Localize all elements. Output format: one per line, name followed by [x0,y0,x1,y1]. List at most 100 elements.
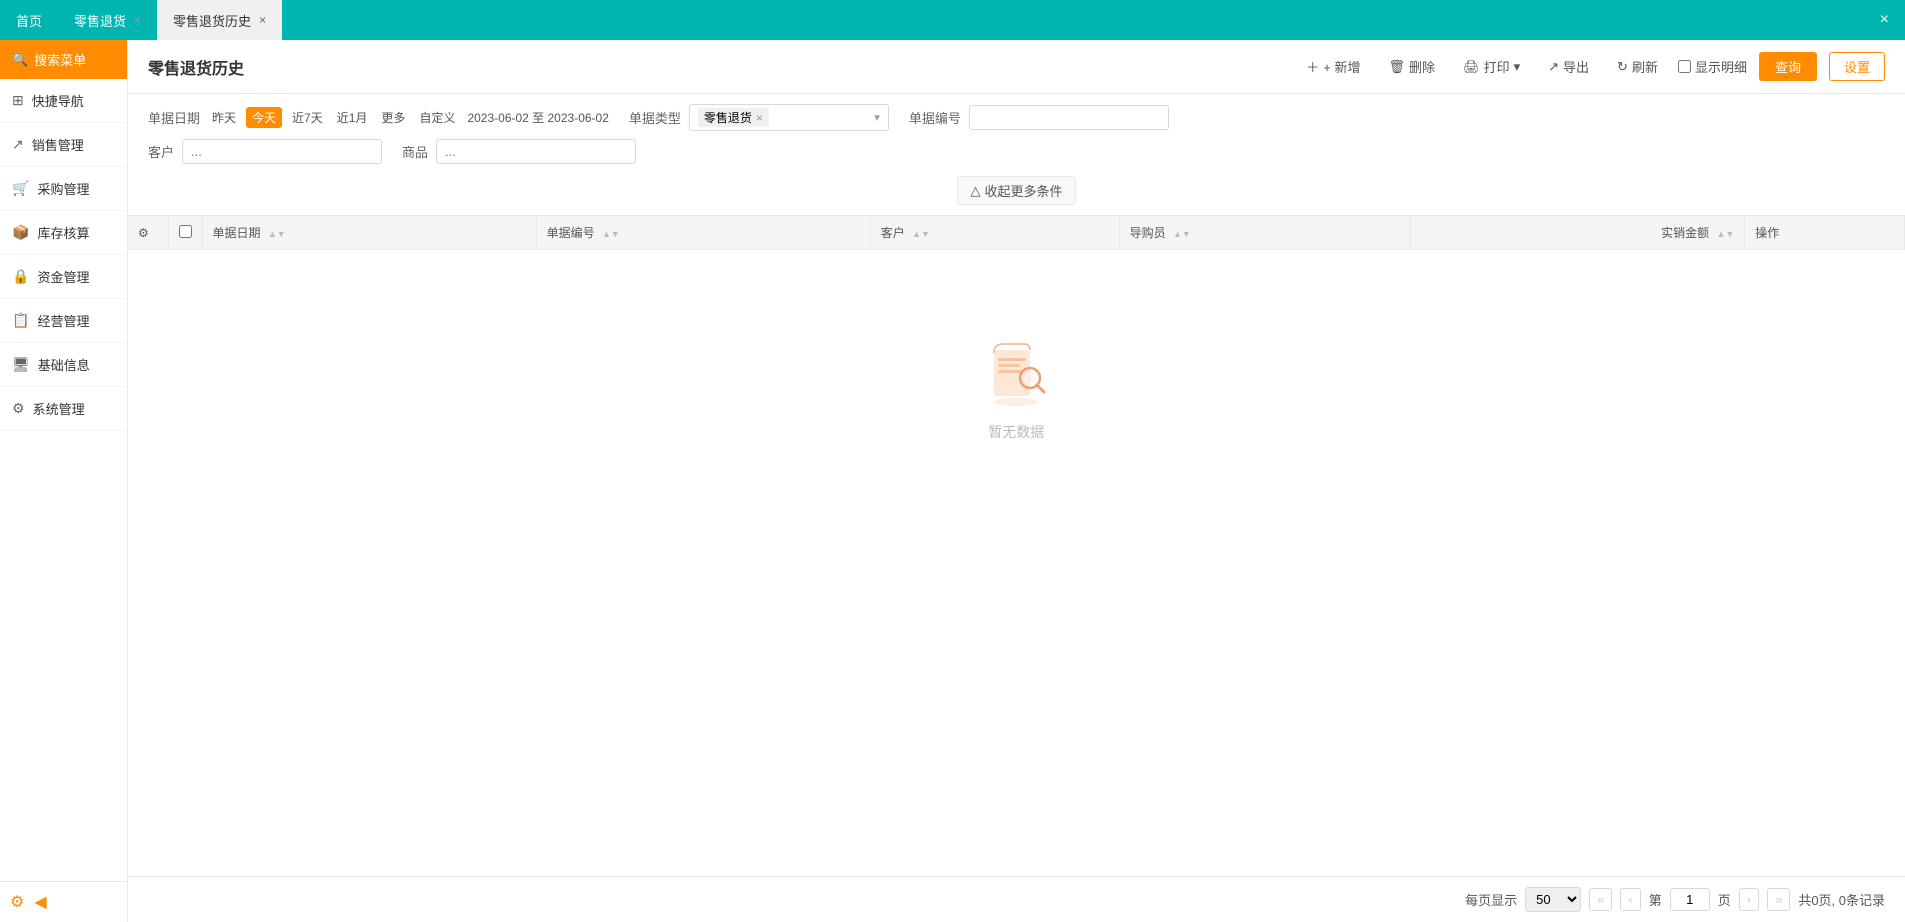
sidebar-search[interactable]: 🔍 搜索菜单 [0,40,127,79]
tab-home[interactable]: 首页 [0,0,58,40]
sidebar-item-purchase[interactable]: 🛒 采购管理 [0,167,127,211]
sort-guide-icon: ▲▼ [1173,230,1191,239]
data-table: ⚙ 单据日期 ▲▼ 单据编号 ▲▼ 客户 [128,216,1905,522]
delete-icon: 🗑 [1389,59,1406,75]
filter-customer: 客户 [148,139,382,164]
new-button[interactable]: ＋ + 新增 [1298,53,1368,80]
delete-button[interactable]: 🗑 删除 [1381,53,1444,80]
th-guide[interactable]: 导购员 ▲▼ [1119,216,1411,250]
system-icon: ⚙ [12,400,25,417]
filter-doc-number: 单据编号 [909,105,1169,130]
print-dropdown-icon: ▾ [1514,59,1521,75]
sort-number-icon: ▲▼ [602,230,620,239]
sidebar-item-operation[interactable]: 📋 经营管理 [0,299,127,343]
tab-retail-return-close[interactable]: × [134,13,141,27]
print-icon: 🖨 [1463,59,1480,75]
sort-amount-icon: ▲▼ [1716,230,1734,239]
doc-type-tag: 零售退货 × [698,108,769,127]
tab-retail-return-history-close[interactable]: × [259,13,266,27]
select-all-checkbox[interactable] [179,225,192,238]
filter-row-1: 单据日期 昨天 今天 近7天 近1月 更多 自定义 2023-06-02 至 2… [148,104,1885,131]
tab-retail-return-history[interactable]: 零售退货历史 × [157,0,282,40]
doc-type-tag-remove[interactable]: × [756,111,763,125]
empty-text: 暂无数据 [988,422,1044,442]
main-layout: 🔍 搜索菜单 ⊞ 快捷导航 ↗ 销售管理 🛒 采购管理 📦 库存核算 🔒 资金管… [0,40,1905,922]
display-toggle[interactable]: 显示明细 [1678,57,1747,76]
date-opt-yesterday[interactable]: 昨天 [208,107,240,128]
sidebar-item-finance[interactable]: 🔒 资金管理 [0,255,127,299]
filter-doc-type: 单据类型 零售退货 × ▾ [629,104,889,131]
sort-date-icon: ▲▼ [268,230,286,239]
sales-icon: ↗ [12,136,24,153]
sidebar: 🔍 搜索菜单 ⊞ 快捷导航 ↗ 销售管理 🛒 采购管理 📦 库存核算 🔒 资金管… [0,40,128,922]
th-number[interactable]: 单据编号 ▲▼ [536,216,870,250]
empty-illustration [976,330,1056,410]
refresh-icon: ↻ [1617,59,1628,75]
doc-type-arrow: ▾ [874,111,880,124]
next-page-button[interactable]: › [1739,888,1759,911]
finance-icon: 🔒 [12,268,29,285]
pagination: 每页显示 50 100 200 « ‹ 第 页 › » 共0页, 0条记录 [128,876,1905,922]
display-toggle-checkbox[interactable] [1678,60,1691,73]
sidebar-item-quick-nav[interactable]: ⊞ 快捷导航 [0,79,127,123]
page-input[interactable] [1670,888,1710,911]
export-button[interactable]: ↗ 导出 [1540,53,1597,80]
new-icon: ＋ [1306,57,1319,76]
date-label: 单据日期 [148,108,200,127]
page-size-select[interactable]: 50 100 200 [1525,887,1581,912]
date-opt-1month[interactable]: 近1月 [333,107,372,128]
date-opt-today[interactable]: 今天 [246,107,282,128]
total-info: 共0页, 0条记录 [1798,890,1885,909]
doc-number-input[interactable] [969,105,1169,130]
th-settings[interactable]: ⚙ [128,216,168,250]
table-header-row: ⚙ 单据日期 ▲▼ 单据编号 ▲▼ 客户 [128,216,1905,250]
date-options: 昨天 今天 近7天 近1月 更多 自定义 [208,107,459,128]
tab-retail-return[interactable]: 零售退货 × [58,0,157,40]
filter-goods: 商品 [402,139,636,164]
doc-number-label: 单据编号 [909,108,961,127]
window-close-button[interactable]: × [1864,0,1905,40]
date-opt-7days[interactable]: 近7天 [288,107,327,128]
page-title: 零售退货历史 [148,55,244,79]
first-page-button[interactable]: « [1589,888,1612,911]
last-page-button[interactable]: » [1767,888,1790,911]
table-container: ⚙ 单据日期 ▲▼ 单据编号 ▲▼ 客户 [128,216,1905,876]
tab-bar: 首页 零售退货 × 零售退货历史 × × [0,0,1905,40]
collapse-button[interactable]: △ 收起更多条件 [957,176,1075,205]
filter-row-2: 客户 商品 [148,139,1885,164]
sidebar-bottom: ⚙ ◀ [0,881,127,922]
sort-customer-icon: ▲▼ [912,230,930,239]
empty-state: 暂无数据 [128,250,1905,522]
collapse-sidebar-icon[interactable]: ◀ [34,892,46,912]
date-range: 2023-06-02 至 2023-06-02 [467,109,608,126]
inventory-icon: 📦 [12,224,29,241]
th-actions: 操作 [1745,216,1905,250]
customer-input[interactable] [182,139,382,164]
date-opt-custom[interactable]: 自定义 [415,107,459,128]
refresh-button[interactable]: ↻ 刷新 [1609,53,1666,80]
sidebar-item-basic-info[interactable]: 🖥 基础信息 [0,343,127,387]
print-button[interactable]: 🖨 打印 ▾ [1455,53,1528,80]
sidebar-item-sales[interactable]: ↗ 销售管理 [0,123,127,167]
sidebar-item-inventory[interactable]: 📦 库存核算 [0,211,127,255]
settings-button[interactable]: 设置 [1829,52,1885,81]
header-actions: ＋ + 新增 🗑 删除 🖨 打印 ▾ ↗ 导出 ↻ [1298,52,1885,81]
prev-page-button[interactable]: ‹ [1620,888,1640,911]
date-opt-more[interactable]: 更多 [377,107,409,128]
table-body: 暂无数据 [128,250,1905,523]
collapse-icon: △ [970,183,980,199]
th-checkbox[interactable] [168,216,202,250]
th-amount[interactable]: 实销金额 ▲▼ [1411,216,1745,250]
doc-type-label: 单据类型 [629,108,681,127]
th-customer[interactable]: 客户 ▲▼ [870,216,1119,250]
th-date[interactable]: 单据日期 ▲▼ [202,216,536,250]
page-label: 第 [1649,890,1662,909]
page-size-label: 每页显示 [1465,890,1517,909]
purchase-icon: 🛒 [12,180,29,197]
settings-bottom-icon[interactable]: ⚙ [10,892,24,912]
sidebar-item-system[interactable]: ⚙ 系统管理 [0,387,127,431]
goods-input[interactable] [436,139,636,164]
query-button[interactable]: 查询 [1759,52,1817,81]
doc-type-select[interactable]: 零售退货 × ▾ [689,104,889,131]
filter-date: 单据日期 昨天 今天 近7天 近1月 更多 自定义 2023-06-02 至 2… [148,107,609,128]
